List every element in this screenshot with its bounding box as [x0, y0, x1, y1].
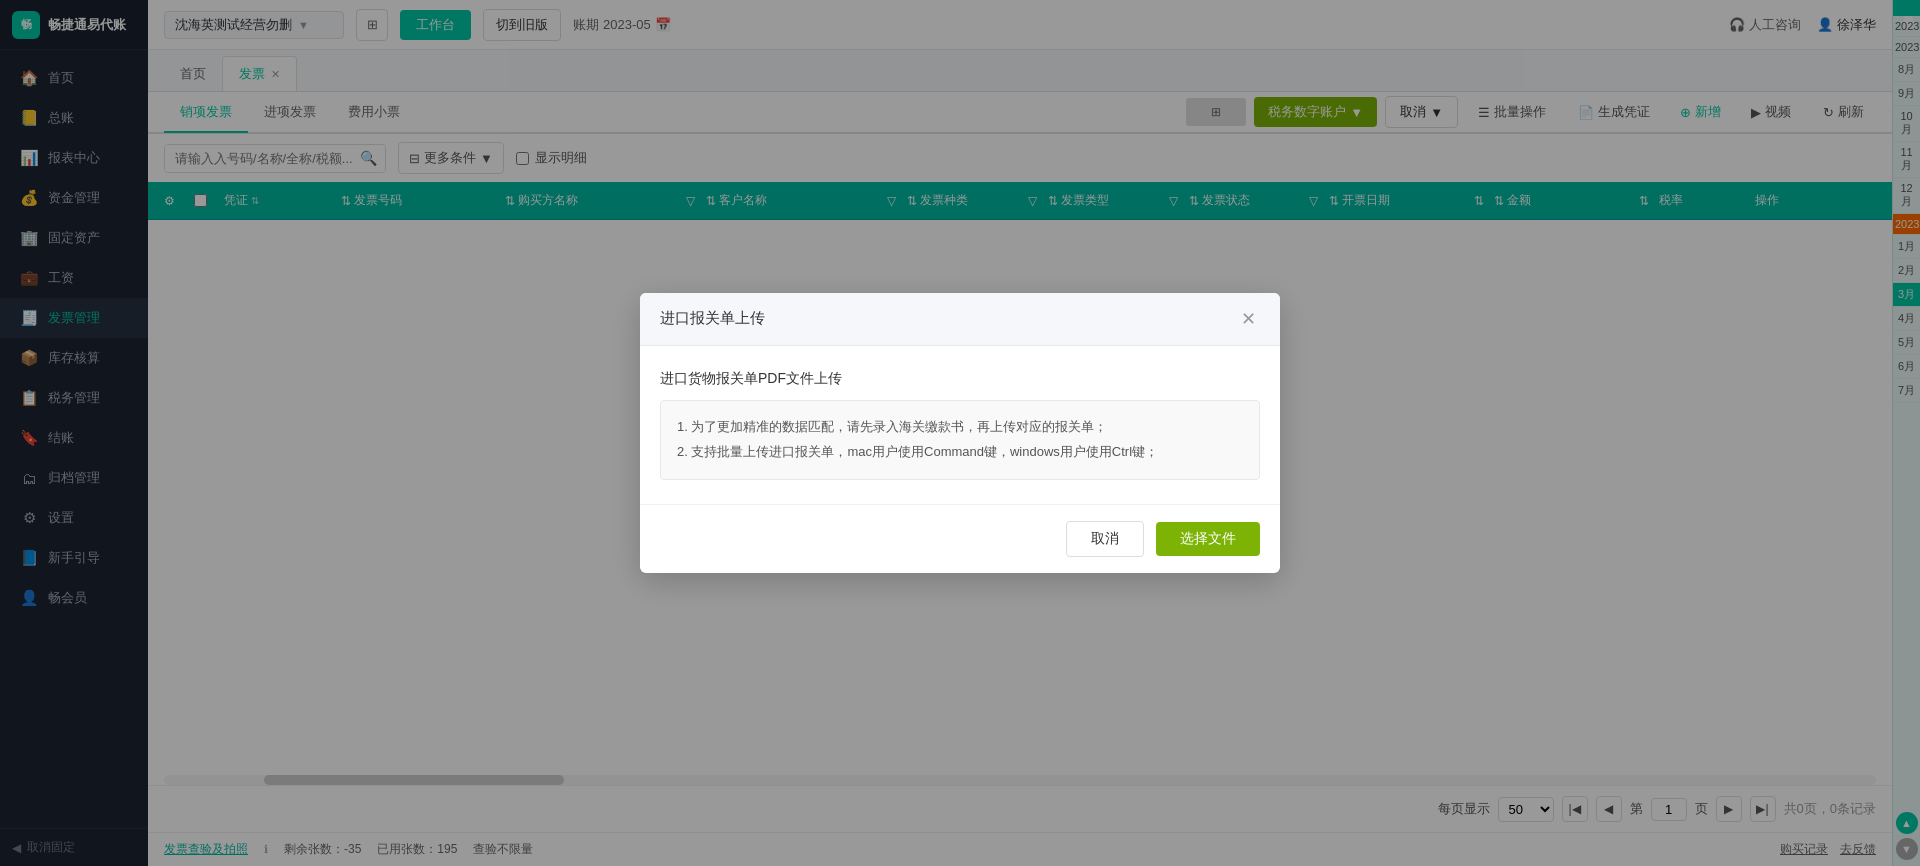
upload-section-title: 进口货物报关单PDF文件上传	[660, 370, 1260, 388]
note-1: 1. 为了更加精准的数据匹配，请先录入海关缴款书，再上传对应的报关单；	[677, 415, 1243, 438]
modal-cancel-button[interactable]: 取消	[1066, 521, 1144, 557]
upload-notes: 1. 为了更加精准的数据匹配，请先录入海关缴款书，再上传对应的报关单； 2. 支…	[660, 400, 1260, 481]
modal-header: 进口报关单上传 ✕	[640, 293, 1280, 346]
modal-overlay[interactable]: 进口报关单上传 ✕ 进口货物报关单PDF文件上传 1. 为了更加精准的数据匹配，…	[0, 0, 1920, 866]
note-2: 2. 支持批量上传进口报关单，mac用户使用Command键，windows用户…	[677, 440, 1243, 463]
modal-footer: 取消 选择文件	[640, 504, 1280, 573]
modal-select-file-button[interactable]: 选择文件	[1156, 522, 1260, 556]
modal-title: 进口报关单上传	[660, 309, 765, 328]
modal-body: 进口货物报关单PDF文件上传 1. 为了更加精准的数据匹配，请先录入海关缴款书，…	[640, 346, 1280, 505]
modal-close-button[interactable]: ✕	[1236, 307, 1260, 331]
import-modal: 进口报关单上传 ✕ 进口货物报关单PDF文件上传 1. 为了更加精准的数据匹配，…	[640, 293, 1280, 574]
